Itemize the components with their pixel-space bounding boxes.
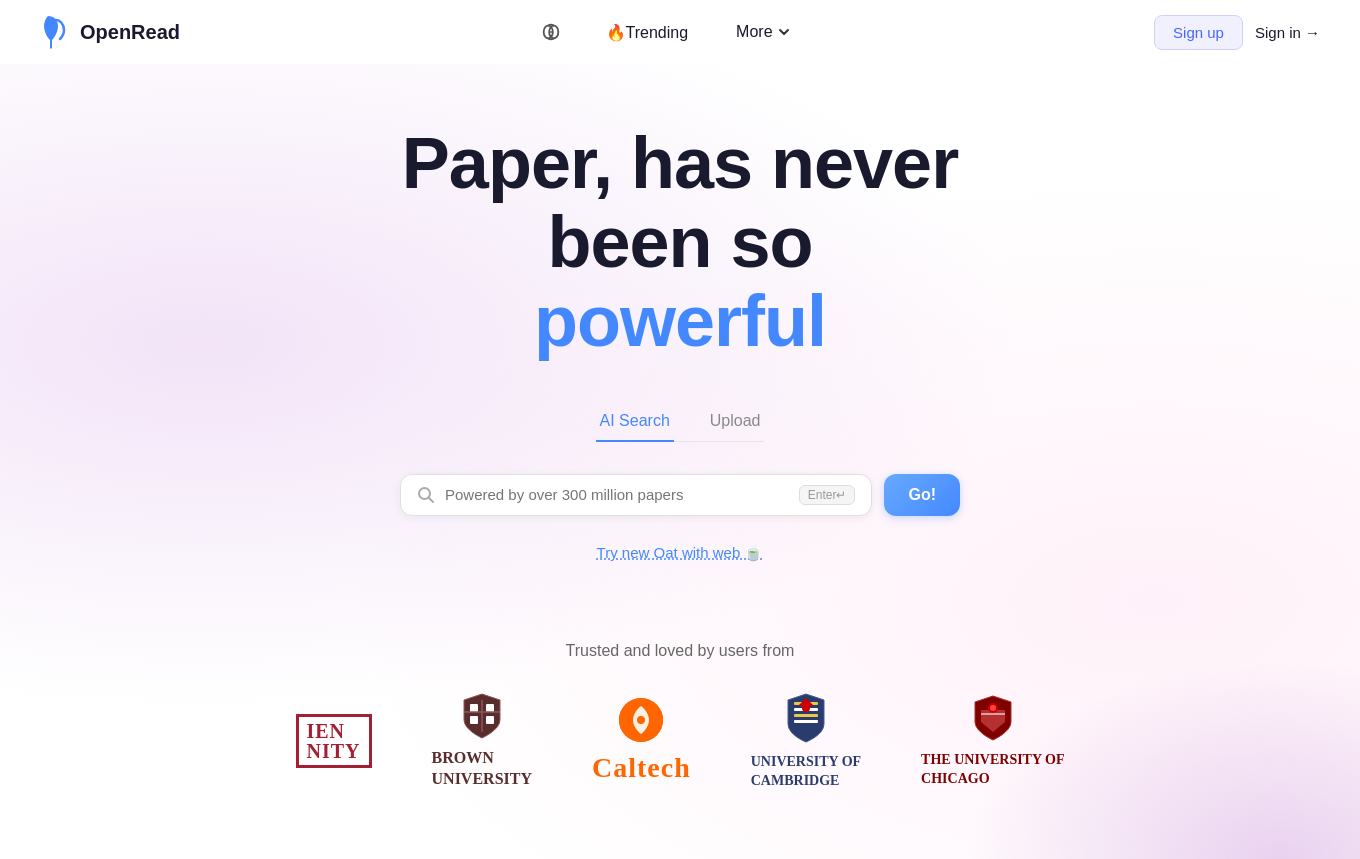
logo-link[interactable]: OpenRead — [40, 14, 180, 50]
hero-line3: powerful — [534, 281, 826, 361]
university-logo-mit: IEN NITY — [296, 714, 372, 768]
chevron-down-icon — [777, 25, 791, 39]
university-logos-row: IEN NITY BROWNUNIVERSITY — [0, 692, 1360, 791]
tab-upload-label: Upload — [710, 412, 761, 429]
svg-point-12 — [637, 716, 645, 724]
university-logo-cambridge: UNIVERSITY OFCAMBRIDGE — [751, 692, 861, 791]
logo-icon — [40, 14, 72, 50]
university-logo-chicago: THE UNIVERSITY OFCHICAGO — [921, 694, 1064, 789]
signin-button[interactable]: Sign in → — [1255, 24, 1320, 41]
search-input[interactable] — [445, 486, 789, 503]
hero-line2: been so — [547, 202, 812, 282]
cambridge-shield-icon — [786, 692, 826, 744]
svg-rect-7 — [486, 704, 494, 712]
svg-rect-15 — [794, 714, 818, 717]
navbar-center: 🔥Trending More — [532, 13, 803, 51]
more-button[interactable]: More — [724, 15, 802, 49]
search-tabs: AI Search Upload — [596, 402, 765, 442]
university-logo-brown: BROWNUNIVERSITY — [432, 692, 532, 790]
tab-ai-search-label: AI Search — [600, 412, 670, 429]
search-icon — [417, 486, 435, 504]
brain-icon — [540, 21, 562, 43]
logo-text: OpenRead — [80, 21, 180, 44]
svg-rect-6 — [470, 716, 478, 724]
search-container: Enter↵ Go! — [400, 474, 960, 516]
caltech-emblem-icon — [619, 698, 663, 742]
try-new-button[interactable]: Try new Oat with web 🍵 — [597, 544, 764, 562]
search-bar: Enter↵ — [400, 474, 872, 516]
trending-button[interactable]: 🔥Trending — [594, 15, 701, 50]
svg-rect-16 — [794, 720, 818, 723]
trending-label: 🔥Trending — [606, 23, 689, 42]
navbar-right: Sign up Sign in → — [1154, 15, 1320, 50]
svg-line-4 — [429, 497, 434, 502]
trusted-section: Trusted and loved by users from IEN NITY… — [0, 642, 1360, 831]
brown-logo-text: BROWNUNIVERSITY — [432, 748, 532, 790]
tab-upload[interactable]: Upload — [706, 402, 765, 442]
svg-point-20 — [990, 705, 996, 711]
trusted-label: Trusted and loved by users from — [566, 642, 795, 660]
more-label: More — [736, 23, 772, 41]
svg-point-17 — [802, 704, 810, 712]
chicago-shield-icon — [973, 694, 1013, 742]
svg-rect-5 — [470, 704, 478, 712]
signup-button[interactable]: Sign up — [1154, 15, 1243, 50]
hero-line1: Paper, has never — [402, 123, 958, 203]
mit-logo-text: IEN NITY — [296, 714, 372, 768]
brain-icon-button[interactable] — [532, 13, 570, 51]
main-content: Paper, has never been so powerful AI Sea… — [0, 64, 1360, 562]
svg-rect-8 — [486, 716, 494, 724]
go-button[interactable]: Go! — [884, 474, 960, 516]
navbar: OpenRead 🔥Trending More Sign up Sign in … — [0, 0, 1360, 64]
enter-badge: Enter↵ — [799, 485, 856, 505]
navbar-left: OpenRead — [40, 14, 180, 50]
hero-title: Paper, has never been so powerful — [402, 124, 958, 362]
university-logo-caltech: Caltech — [592, 698, 691, 784]
chicago-logo-text: THE UNIVERSITY OFCHICAGO — [921, 750, 1064, 789]
caltech-logo-text: Caltech — [592, 752, 691, 784]
cambridge-logo-text: UNIVERSITY OFCAMBRIDGE — [751, 752, 861, 791]
brown-shield-icon — [462, 692, 502, 740]
tab-ai-search[interactable]: AI Search — [596, 402, 674, 442]
